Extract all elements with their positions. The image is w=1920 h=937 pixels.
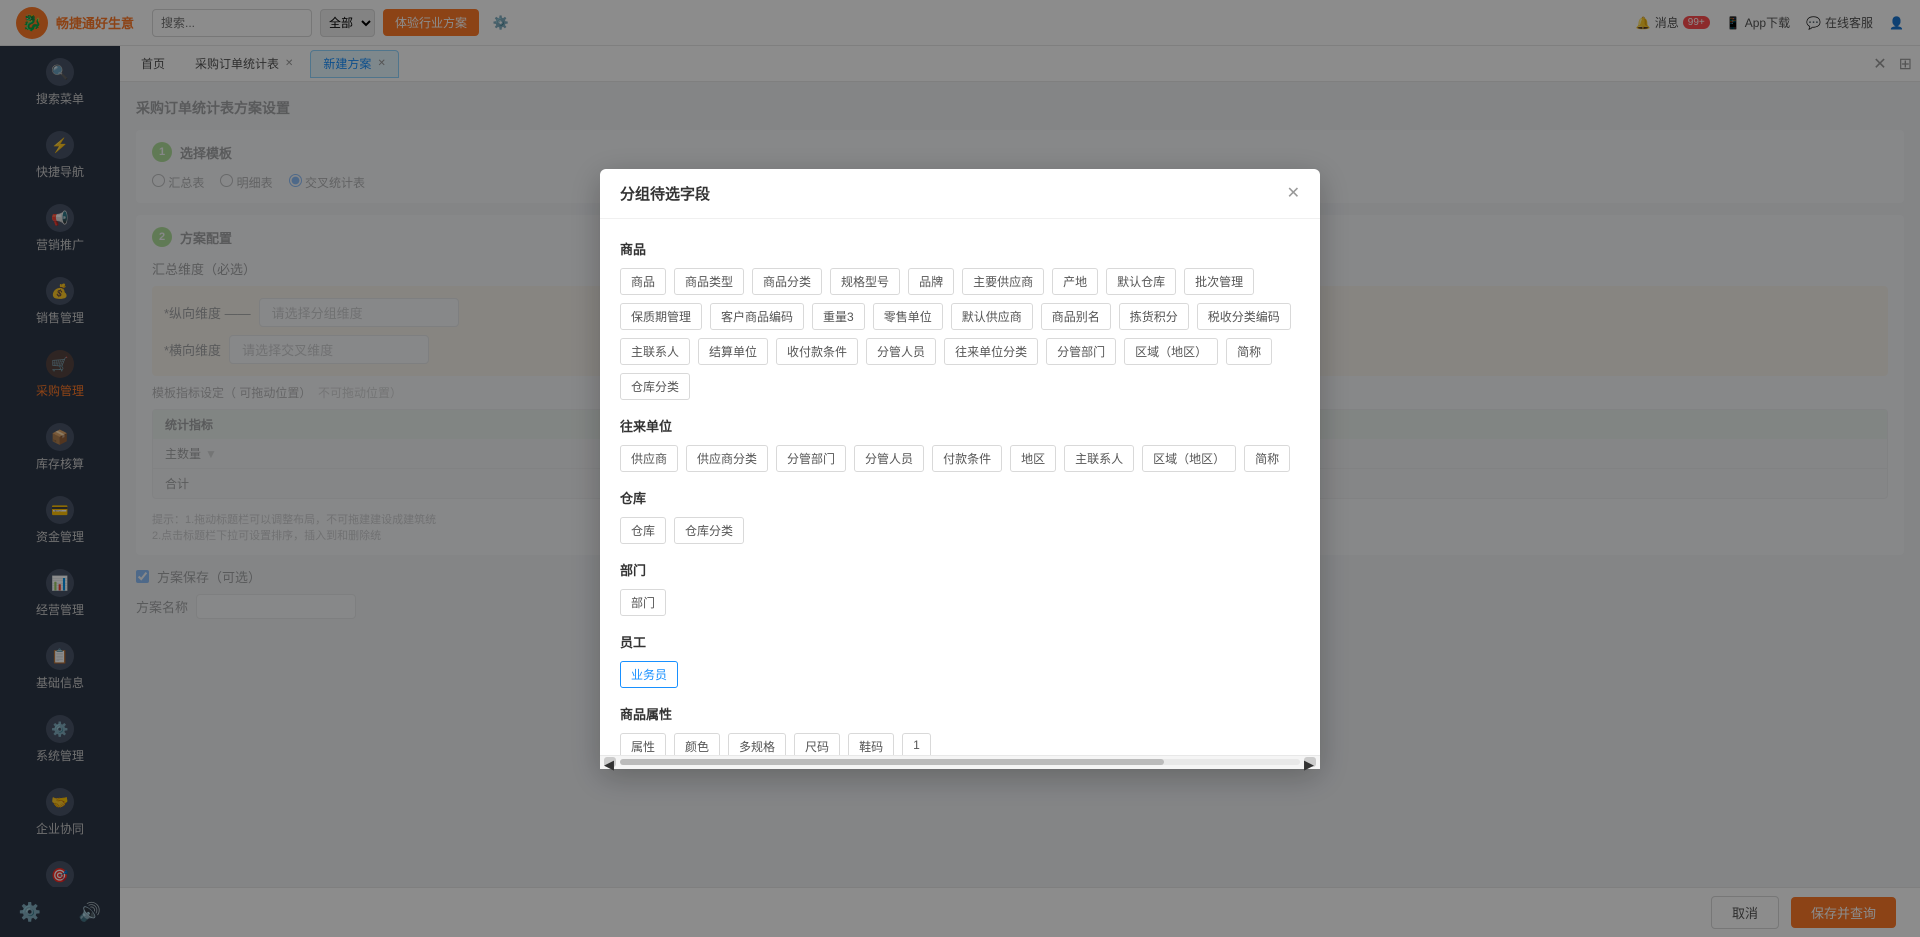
field-group-department: 部门 — [620, 589, 1300, 616]
dialog-header: 分组待选字段 ✕ — [600, 169, 1320, 219]
field-tag-department-0[interactable]: 部门 — [620, 589, 666, 616]
field-tag-goods-9[interactable]: 保质期管理 — [620, 303, 702, 330]
field-tag-goods-18[interactable]: 结算单位 — [698, 338, 768, 365]
field-tag-attr-3[interactable]: 尺码 — [794, 733, 840, 755]
field-tag-goods-15[interactable]: 拣货积分 — [1119, 303, 1189, 330]
field-tag-goods-21[interactable]: 往来单位分类 — [944, 338, 1038, 365]
section-title-goods: 商品 — [620, 239, 1300, 258]
field-tag-partner-8[interactable]: 简称 — [1244, 445, 1290, 472]
field-tag-goods-8[interactable]: 批次管理 — [1184, 268, 1254, 295]
field-tag-goods-22[interactable]: 分管部门 — [1046, 338, 1116, 365]
hscroll-left-btn[interactable]: ◀ — [604, 757, 616, 767]
section-title-department: 部门 — [620, 560, 1300, 579]
field-tag-partner-3[interactable]: 分管人员 — [854, 445, 924, 472]
field-selection-dialog: 分组待选字段 ✕ 商品 商品 商品类型 商品分类 规格型号 品牌 主要供应商 产… — [600, 169, 1320, 769]
dialog-body: 商品 商品 商品类型 商品分类 规格型号 品牌 主要供应商 产地 默认仓库 批次… — [600, 219, 1320, 755]
field-tag-attr-1[interactable]: 颜色 — [674, 733, 720, 755]
field-group-product-attr: 属性 颜色 多规格 尺码 鞋码 1 — [620, 733, 1300, 755]
field-tag-goods-23[interactable]: 区域（地区） — [1124, 338, 1218, 365]
field-tag-goods-12[interactable]: 零售单位 — [873, 303, 943, 330]
field-tag-goods-4[interactable]: 品牌 — [908, 268, 954, 295]
hscroll-track — [620, 759, 1300, 765]
field-tag-attr-0[interactable]: 属性 — [620, 733, 666, 755]
field-group-partner: 供应商 供应商分类 分管部门 分管人员 付款条件 地区 主联系人 区域（地区） … — [620, 445, 1300, 472]
field-tag-goods-10[interactable]: 客户商品编码 — [710, 303, 804, 330]
field-tag-partner-6[interactable]: 主联系人 — [1064, 445, 1134, 472]
hscroll-thumb — [620, 759, 1164, 765]
field-tag-partner-7[interactable]: 区域（地区） — [1142, 445, 1236, 472]
section-title-warehouse: 仓库 — [620, 488, 1300, 507]
section-title-product-attr: 商品属性 — [620, 704, 1300, 723]
field-tag-partner-2[interactable]: 分管部门 — [776, 445, 846, 472]
field-tag-goods-0[interactable]: 商品 — [620, 268, 666, 295]
field-tag-goods-17[interactable]: 主联系人 — [620, 338, 690, 365]
field-tag-attr-2[interactable]: 多规格 — [728, 733, 786, 755]
field-tag-goods-3[interactable]: 规格型号 — [830, 268, 900, 295]
dialog-title: 分组待选字段 — [620, 183, 710, 204]
field-tag-goods-2[interactable]: 商品分类 — [752, 268, 822, 295]
field-tag-partner-1[interactable]: 供应商分类 — [686, 445, 768, 472]
field-tag-attr-4[interactable]: 鞋码 — [848, 733, 894, 755]
dialog-close-btn[interactable]: ✕ — [1287, 183, 1300, 203]
hscroll-right-btn[interactable]: ▶ — [1304, 757, 1316, 767]
field-tag-goods-25[interactable]: 仓库分类 — [620, 373, 690, 400]
field-tag-goods-20[interactable]: 分管人员 — [866, 338, 936, 365]
dialog-hscroll[interactable]: ◀ ▶ — [600, 755, 1320, 769]
field-tag-warehouse-1[interactable]: 仓库分类 — [674, 517, 744, 544]
field-tag-goods-11[interactable]: 重量3 — [812, 303, 865, 330]
field-tag-partner-4[interactable]: 付款条件 — [932, 445, 1002, 472]
field-tag-goods-16[interactable]: 税收分类编码 — [1197, 303, 1291, 330]
section-title-employee: 员工 — [620, 632, 1300, 651]
field-tag-goods-1[interactable]: 商品类型 — [674, 268, 744, 295]
field-tag-goods-6[interactable]: 产地 — [1052, 268, 1098, 295]
field-tag-goods-7[interactable]: 默认仓库 — [1106, 268, 1176, 295]
field-group-employee: 业务员 — [620, 661, 1300, 688]
field-group-goods: 商品 商品类型 商品分类 规格型号 品牌 主要供应商 产地 默认仓库 批次管理 … — [620, 268, 1300, 400]
field-tag-partner-5[interactable]: 地区 — [1010, 445, 1056, 472]
field-tag-goods-24[interactable]: 简称 — [1226, 338, 1272, 365]
field-group-warehouse: 仓库 仓库分类 — [620, 517, 1300, 544]
field-tag-goods-14[interactable]: 商品别名 — [1041, 303, 1111, 330]
section-title-partner: 往来单位 — [620, 416, 1300, 435]
field-tag-warehouse-0[interactable]: 仓库 — [620, 517, 666, 544]
field-tag-attr-5[interactable]: 1 — [902, 733, 931, 755]
field-tag-partner-0[interactable]: 供应商 — [620, 445, 678, 472]
field-tag-goods-5[interactable]: 主要供应商 — [962, 268, 1044, 295]
field-tag-goods-13[interactable]: 默认供应商 — [951, 303, 1033, 330]
field-tag-employee-0[interactable]: 业务员 — [620, 661, 678, 688]
field-tag-goods-19[interactable]: 收付款条件 — [776, 338, 858, 365]
